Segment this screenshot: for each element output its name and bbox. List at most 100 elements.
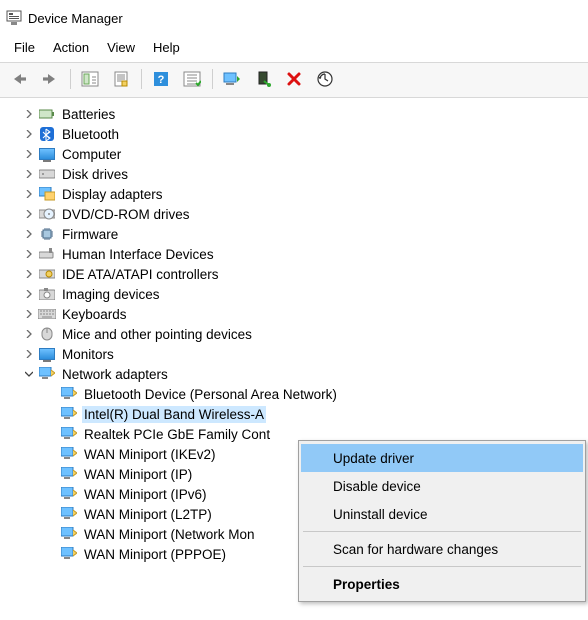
chevron-right-icon[interactable] [22, 207, 36, 221]
menu-view[interactable]: View [99, 38, 143, 57]
tree-item-keyboards[interactable]: Keyboards [4, 304, 584, 324]
chevron-right-icon[interactable] [22, 187, 36, 201]
tree-item-display-adapters[interactable]: Display adapters [4, 184, 584, 204]
action-list-button[interactable] [177, 66, 207, 92]
chevron-right-icon[interactable] [22, 127, 36, 141]
device-manager-icon [6, 10, 22, 26]
network-device-icon [60, 426, 78, 442]
window-title: Device Manager [28, 11, 123, 26]
tree-label: Mice and other pointing devices [60, 326, 254, 343]
context-item-label: Update driver [333, 451, 414, 466]
network-device-icon [60, 526, 78, 542]
tree-item-net-child[interactable]: Bluetooth Device (Personal Area Network) [4, 384, 584, 404]
chevron-right-icon[interactable] [22, 267, 36, 281]
computer-icon [38, 146, 56, 162]
chevron-right-icon[interactable] [22, 327, 36, 341]
scan-hardware-button[interactable] [310, 66, 340, 92]
chevron-right-icon[interactable] [22, 247, 36, 261]
tree-item-hid[interactable]: Human Interface Devices [4, 244, 584, 264]
firmware-chip-icon [38, 226, 56, 242]
tree-label: Imaging devices [60, 286, 162, 303]
toolbar-separator [141, 69, 142, 89]
network-adapter-icon [38, 366, 56, 382]
tree-item-mice[interactable]: Mice and other pointing devices [4, 324, 584, 344]
menu-file[interactable]: File [6, 38, 43, 57]
tree-label: WAN Miniport (PPPOE) [82, 546, 228, 563]
list-green-icon [183, 71, 201, 87]
menu-help[interactable]: Help [145, 38, 188, 57]
network-device-icon [60, 446, 78, 462]
tree-label: Firmware [60, 226, 120, 243]
tree-item-disk-drives[interactable]: Disk drives [4, 164, 584, 184]
forward-button[interactable] [35, 66, 65, 92]
monitor-icon [38, 346, 56, 362]
tree-item-batteries[interactable]: Batteries [4, 104, 584, 124]
menu-action[interactable]: Action [45, 38, 97, 57]
tree-item-ide[interactable]: IDE ATA/ATAPI controllers [4, 264, 584, 284]
context-uninstall-device[interactable]: Uninstall device [301, 500, 583, 528]
context-update-driver[interactable]: Update driver [301, 444, 583, 472]
network-device-icon [60, 386, 78, 402]
context-item-label: Disable device [333, 479, 421, 494]
console-tree-icon [81, 71, 99, 87]
tree-item-imaging[interactable]: Imaging devices [4, 284, 584, 304]
help-icon: ? [153, 71, 169, 87]
svg-text:?: ? [158, 74, 165, 86]
network-device-icon [60, 546, 78, 562]
cd-rom-icon [38, 206, 56, 222]
context-separator [303, 566, 581, 567]
enable-device-button[interactable] [248, 66, 278, 92]
update-driver-button[interactable] [217, 66, 247, 92]
show-hide-console-button[interactable] [75, 66, 105, 92]
tree-label: WAN Miniport (L2TP) [82, 506, 214, 523]
arrow-left-icon [10, 72, 28, 86]
hid-icon [38, 246, 56, 262]
properties-button[interactable] [106, 66, 136, 92]
tree-item-computer[interactable]: Computer [4, 144, 584, 164]
help-button[interactable]: ? [146, 66, 176, 92]
chevron-right-icon[interactable] [22, 347, 36, 361]
context-properties[interactable]: Properties [301, 570, 583, 598]
context-item-label: Scan for hardware changes [333, 542, 498, 557]
tree-label: WAN Miniport (IPv6) [82, 486, 209, 503]
tree-item-monitors[interactable]: Monitors [4, 344, 584, 364]
tree-label: WAN Miniport (IKEv2) [82, 446, 218, 463]
tree-label: Human Interface Devices [60, 246, 216, 263]
chevron-right-icon[interactable] [22, 167, 36, 181]
camera-icon [38, 286, 56, 302]
tree-item-net-child-selected[interactable]: Intel(R) Dual Band Wireless-A [4, 404, 584, 424]
chevron-right-icon[interactable] [22, 107, 36, 121]
tree-item-network-adapters[interactable]: Network adapters [4, 364, 584, 384]
tree-label: WAN Miniport (Network Mon [82, 526, 257, 543]
toolbar: ? [0, 62, 588, 98]
tree-label: Computer [60, 146, 123, 163]
chevron-right-icon[interactable] [22, 147, 36, 161]
device-manager-window: Device Manager File Action View Help [0, 0, 588, 620]
tree-label: Keyboards [60, 306, 129, 323]
tree-item-dvd-cd[interactable]: DVD/CD-ROM drives [4, 204, 584, 224]
network-device-icon [60, 506, 78, 522]
tree-item-firmware[interactable]: Firmware [4, 224, 584, 244]
tree-label: Realtek PCIe GbE Family Cont [82, 426, 272, 443]
tree-label: Intel(R) Dual Band Wireless-A [82, 406, 266, 423]
chevron-right-icon[interactable] [22, 287, 36, 301]
uninstall-device-button[interactable] [279, 66, 309, 92]
back-button[interactable] [4, 66, 34, 92]
tree-item-bluetooth[interactable]: Bluetooth [4, 124, 584, 144]
tree-label: IDE ATA/ATAPI controllers [60, 266, 221, 283]
network-device-icon [60, 486, 78, 502]
context-scan-hardware[interactable]: Scan for hardware changes [301, 535, 583, 563]
tree-label: Network adapters [60, 366, 170, 383]
context-item-label: Properties [333, 577, 400, 592]
context-disable-device[interactable]: Disable device [301, 472, 583, 500]
chevron-right-icon[interactable] [22, 227, 36, 241]
display-adapter-icon [38, 186, 56, 202]
titlebar: Device Manager [0, 0, 588, 32]
chevron-right-icon[interactable] [22, 307, 36, 321]
tree-label: Disk drives [60, 166, 130, 183]
tree-label: Batteries [60, 106, 117, 123]
chevron-down-icon[interactable] [22, 367, 36, 381]
properties-sheet-icon [113, 71, 129, 87]
arrow-right-icon [41, 72, 59, 86]
tree-label: Display adapters [60, 186, 165, 203]
